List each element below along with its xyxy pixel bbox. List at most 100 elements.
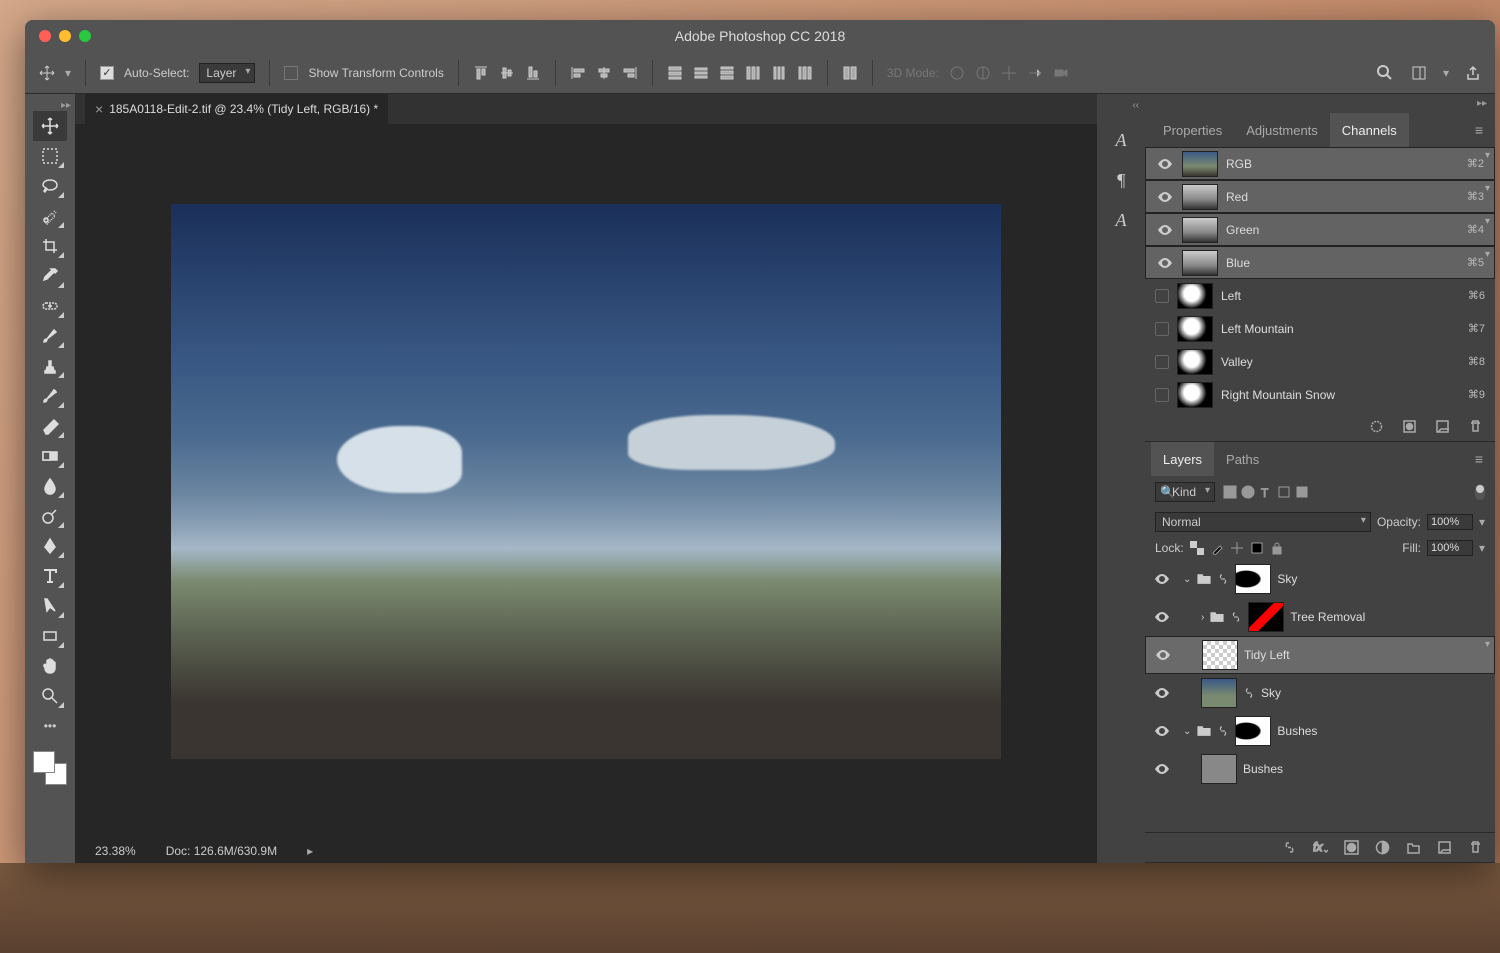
visibility-toggle-icon[interactable] bbox=[1153, 760, 1171, 778]
auto-select-target-dropdown[interactable]: Layer bbox=[199, 63, 255, 83]
tool-preset-dropdown[interactable]: ▾ bbox=[65, 66, 71, 80]
new-channel-icon[interactable] bbox=[1435, 419, 1450, 434]
layer-filter-kind-dropdown[interactable]: 🔍Kind bbox=[1155, 482, 1215, 502]
layer-mask-thumbnail[interactable] bbox=[1248, 602, 1284, 632]
channels-panel-menu-icon[interactable]: ≡ bbox=[1469, 122, 1489, 138]
layers-panel-menu-icon[interactable]: ≡ bbox=[1469, 451, 1489, 467]
eraser-tool[interactable] bbox=[33, 411, 67, 441]
close-tab-icon[interactable]: × bbox=[95, 101, 103, 117]
channel-row[interactable]: Green⌘4 bbox=[1145, 213, 1495, 246]
workspace-switcher-icon[interactable] bbox=[1411, 65, 1427, 81]
filter-adjustment-icon[interactable] bbox=[1241, 485, 1255, 499]
lock-position-icon[interactable] bbox=[1230, 541, 1244, 555]
channel-row[interactable]: Blue⌘5 bbox=[1145, 246, 1495, 279]
gradient-tool[interactable] bbox=[33, 441, 67, 471]
hand-tool[interactable] bbox=[33, 651, 67, 681]
layer-name[interactable]: Tree Removal bbox=[1290, 610, 1365, 624]
show-transform-checkbox[interactable] bbox=[284, 66, 298, 80]
layer-thumbnail[interactable] bbox=[1201, 754, 1237, 784]
eyedropper-tool[interactable] bbox=[33, 261, 67, 291]
layer-row[interactable]: Sky bbox=[1145, 674, 1495, 712]
clone-stamp-tool[interactable] bbox=[33, 351, 67, 381]
visibility-toggle-icon[interactable] bbox=[1156, 155, 1174, 173]
expand-toggle-icon[interactable]: ⌄ bbox=[1183, 574, 1191, 585]
lock-transparency-icon[interactable] bbox=[1190, 541, 1204, 555]
delete-layer-icon[interactable] bbox=[1468, 840, 1483, 855]
tools-collapse-icon[interactable]: ▸▸ bbox=[61, 100, 75, 111]
minimize-window-button[interactable] bbox=[59, 30, 71, 42]
layer-effects-icon[interactable]: fx bbox=[1313, 840, 1328, 855]
opacity-input[interactable] bbox=[1427, 514, 1473, 530]
distribute-hcenter-icon[interactable] bbox=[771, 65, 787, 81]
visibility-toggle-icon[interactable] bbox=[1153, 684, 1171, 702]
doc-info-menu-icon[interactable]: ▸ bbox=[307, 844, 313, 858]
mini-collapse-icon[interactable]: ‹‹ bbox=[1132, 100, 1145, 111]
pen-tool[interactable] bbox=[33, 531, 67, 561]
filter-type-icon[interactable]: T bbox=[1259, 485, 1273, 499]
channel-row[interactable]: Left Mountain⌘7 bbox=[1145, 312, 1495, 345]
lock-artboard-icon[interactable] bbox=[1250, 541, 1264, 555]
layers-tab[interactable]: Layers bbox=[1151, 442, 1214, 476]
layer-mask-thumbnail[interactable] bbox=[1235, 564, 1271, 594]
align-bottom-icon[interactable] bbox=[525, 65, 541, 81]
layer-mask-thumbnail[interactable] bbox=[1235, 716, 1271, 746]
layer-row[interactable]: ⌄Bushes bbox=[1145, 712, 1495, 750]
channels-tab[interactable]: Channels bbox=[1330, 113, 1409, 147]
delete-channel-icon[interactable] bbox=[1468, 419, 1483, 434]
dodge-tool[interactable] bbox=[33, 501, 67, 531]
character-panel-icon[interactable]: A bbox=[1110, 129, 1132, 151]
opacity-dropdown-icon[interactable]: ▾ bbox=[1479, 515, 1485, 529]
channel-row[interactable]: Left⌘6 bbox=[1145, 279, 1495, 312]
blur-tool[interactable] bbox=[33, 471, 67, 501]
adjustments-tab[interactable]: Adjustments bbox=[1234, 113, 1330, 147]
visibility-toggle-icon[interactable] bbox=[1155, 355, 1169, 369]
lasso-tool[interactable] bbox=[33, 171, 67, 201]
align-right-icon[interactable] bbox=[622, 65, 638, 81]
search-icon[interactable] bbox=[1375, 63, 1395, 83]
fill-dropdown-icon[interactable]: ▾ bbox=[1479, 541, 1485, 555]
brush-tool[interactable] bbox=[33, 321, 67, 351]
document-canvas[interactable] bbox=[171, 204, 1001, 759]
channel-row[interactable]: RGB⌘2 bbox=[1145, 147, 1495, 180]
zoom-readout[interactable]: 23.38% bbox=[95, 844, 136, 858]
visibility-toggle-icon[interactable] bbox=[1154, 646, 1172, 664]
lock-all-icon[interactable] bbox=[1270, 541, 1284, 555]
channel-row[interactable]: Valley⌘8 bbox=[1145, 345, 1495, 378]
visibility-toggle-icon[interactable] bbox=[1155, 322, 1169, 336]
visibility-toggle-icon[interactable] bbox=[1153, 570, 1171, 588]
auto-align-icon[interactable] bbox=[842, 65, 858, 81]
color-swatches[interactable] bbox=[33, 751, 67, 785]
blend-mode-dropdown[interactable]: Normal bbox=[1155, 512, 1371, 532]
glyphs-panel-icon[interactable]: A bbox=[1110, 209, 1132, 231]
paragraph-panel-icon[interactable]: ¶ bbox=[1110, 169, 1132, 191]
canvas-area[interactable] bbox=[75, 124, 1097, 839]
zoom-tool[interactable] bbox=[33, 681, 67, 711]
layer-thumbnail[interactable] bbox=[1202, 640, 1238, 670]
expand-toggle-icon[interactable]: › bbox=[1201, 612, 1204, 623]
path-selection-tool[interactable] bbox=[33, 591, 67, 621]
align-top-icon[interactable] bbox=[473, 65, 489, 81]
visibility-toggle-icon[interactable] bbox=[1156, 188, 1174, 206]
filter-toggle-switch[interactable] bbox=[1475, 484, 1485, 500]
auto-select-checkbox[interactable]: ✓ bbox=[100, 66, 114, 80]
type-tool[interactable] bbox=[33, 561, 67, 591]
share-icon[interactable] bbox=[1465, 65, 1481, 81]
layer-name[interactable]: Bushes bbox=[1277, 724, 1317, 738]
quick-selection-tool[interactable] bbox=[33, 201, 67, 231]
healing-brush-tool[interactable] bbox=[33, 291, 67, 321]
align-vcenter-icon[interactable] bbox=[499, 65, 515, 81]
new-layer-icon[interactable] bbox=[1437, 840, 1452, 855]
layer-name[interactable]: Bushes bbox=[1243, 762, 1283, 776]
rectangle-tool[interactable] bbox=[33, 621, 67, 651]
distribute-top-icon[interactable] bbox=[667, 65, 683, 81]
channel-row[interactable]: Red⌘3 bbox=[1145, 180, 1495, 213]
visibility-toggle-icon[interactable] bbox=[1156, 221, 1174, 239]
layer-row[interactable]: Tidy Left bbox=[1145, 636, 1495, 674]
panels-collapse-icon[interactable]: ▸▸ bbox=[1469, 94, 1495, 113]
visibility-toggle-icon[interactable] bbox=[1155, 388, 1169, 402]
distribute-vcenter-icon[interactable] bbox=[693, 65, 709, 81]
layer-name[interactable]: Tidy Left bbox=[1244, 648, 1290, 662]
lock-image-icon[interactable] bbox=[1210, 541, 1224, 555]
layer-row[interactable]: Bushes bbox=[1145, 750, 1495, 788]
move-tool[interactable] bbox=[33, 111, 67, 141]
